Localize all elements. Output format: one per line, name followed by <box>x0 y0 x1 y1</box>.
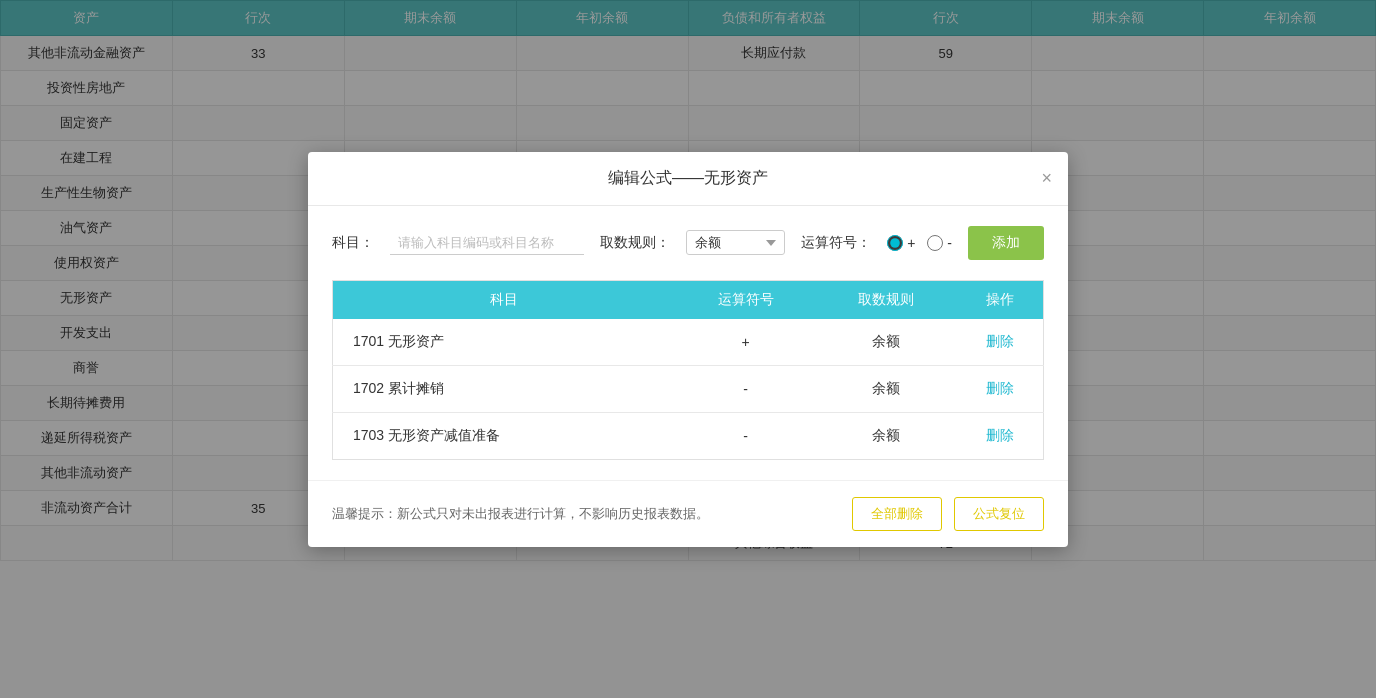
delete-link[interactable]: 删除 <box>986 380 1014 396</box>
cell-action: 删除 <box>957 412 1044 459</box>
col-subject: 科目 <box>333 280 676 319</box>
col-rule: 取数规则 <box>816 280 957 319</box>
operator-label: 运算符号： <box>801 234 871 252</box>
cell-subject: 1703 无形资产减值准备 <box>333 412 676 459</box>
delete-link[interactable]: 删除 <box>986 333 1014 349</box>
modal-body: 科目： 取数规则： 余额 借方 贷方 借方发生额 贷方发生额 运算符号： <box>308 206 1068 480</box>
col-action: 操作 <box>957 280 1044 319</box>
rule-label: 取数规则： <box>600 234 670 252</box>
cell-action: 删除 <box>957 319 1044 366</box>
hint-text: 温馨提示：新公式只对未出报表进行计算，不影响历史报表数据。 <box>332 505 709 523</box>
modal-title: 编辑公式——无形资产 <box>608 169 768 186</box>
formula-table: 科目 运算符号 取数规则 操作 1701 无形资产+余额删除1702 累计摊销-… <box>332 280 1044 460</box>
rule-select-wrap: 余额 借方 贷方 借方发生额 贷方发生额 <box>686 230 785 255</box>
reset-button[interactable]: 公式复位 <box>954 497 1044 531</box>
footer-buttons: 全部删除 公式复位 <box>852 497 1044 531</box>
modal-footer: 温馨提示：新公式只对未出报表进行计算，不影响历史报表数据。 全部删除 公式复位 <box>308 480 1068 547</box>
operator-minus-label[interactable]: - <box>927 235 952 251</box>
cell-operator: - <box>675 412 816 459</box>
operator-minus-text: - <box>947 235 952 251</box>
col-operator: 运算符号 <box>675 280 816 319</box>
add-button[interactable]: 添加 <box>968 226 1044 260</box>
cell-rule: 余额 <box>816 412 957 459</box>
cell-rule: 余额 <box>816 319 957 366</box>
cell-subject: 1702 累计摊销 <box>333 365 676 412</box>
subject-label: 科目： <box>332 234 374 252</box>
modal: 编辑公式——无形资产 × 科目： 取数规则： 余额 借方 贷方 借方发生额 贷方… <box>308 152 1068 547</box>
cell-operator: - <box>675 365 816 412</box>
operator-plus-radio[interactable] <box>887 235 903 251</box>
operator-minus-radio[interactable] <box>927 235 943 251</box>
cell-action: 删除 <box>957 365 1044 412</box>
delete-all-button[interactable]: 全部删除 <box>852 497 942 531</box>
operator-plus-text: + <box>907 235 915 251</box>
rule-select[interactable]: 余额 借方 贷方 借方发生额 贷方发生额 <box>686 230 785 255</box>
modal-close-button[interactable]: × <box>1041 169 1052 187</box>
form-row: 科目： 取数规则： 余额 借方 贷方 借方发生额 贷方发生额 运算符号： <box>332 226 1044 260</box>
operator-plus-label[interactable]: + <box>887 235 915 251</box>
table-row: 1703 无形资产减值准备-余额 删除 <box>333 412 1044 459</box>
subject-input[interactable] <box>390 231 584 255</box>
cell-subject: 1701 无形资产 <box>333 319 676 366</box>
delete-link[interactable]: 删除 <box>986 427 1014 443</box>
table-row: 1701 无形资产+余额 删除 <box>333 319 1044 366</box>
modal-overlay: 编辑公式——无形资产 × 科目： 取数规则： 余额 借方 贷方 借方发生额 贷方… <box>0 0 1376 698</box>
cell-rule: 余额 <box>816 365 957 412</box>
cell-operator: + <box>675 319 816 366</box>
table-header-row: 科目 运算符号 取数规则 操作 <box>333 280 1044 319</box>
table-row: 1702 累计摊销-余额 删除 <box>333 365 1044 412</box>
operator-group: + - <box>887 235 952 251</box>
modal-header: 编辑公式——无形资产 × <box>308 152 1068 206</box>
